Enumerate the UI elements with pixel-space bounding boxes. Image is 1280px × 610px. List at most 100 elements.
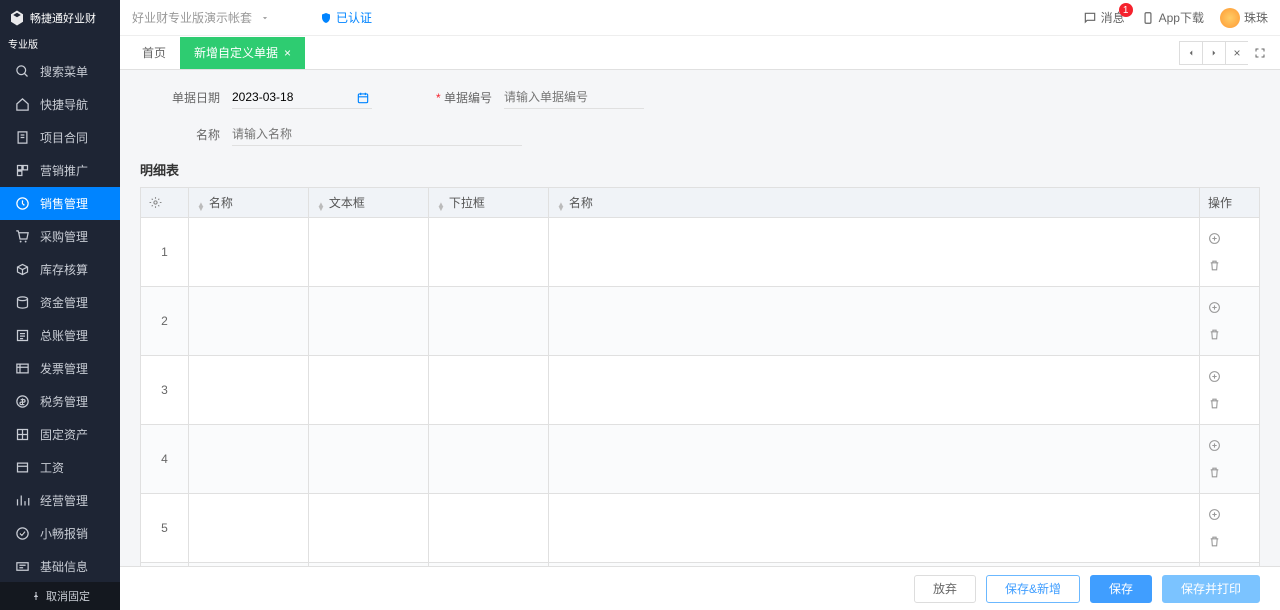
cell-name[interactable] (189, 218, 309, 287)
app-download-button[interactable]: App下载 (1141, 9, 1204, 26)
cell-select[interactable] (429, 218, 549, 287)
col-actions: 操作 (1200, 188, 1260, 218)
cell-name[interactable] (189, 287, 309, 356)
brand-name: 畅捷通好业财 (30, 10, 96, 26)
nav-icon-2 (14, 130, 30, 146)
tab-next-button[interactable] (1202, 41, 1226, 65)
cell-text[interactable] (309, 494, 429, 563)
tab-active[interactable]: 新增自定义单据 × (180, 37, 305, 69)
sidebar-item-9[interactable]: 发票管理 (0, 352, 120, 385)
cell-text[interactable] (309, 425, 429, 494)
sidebar-item-1[interactable]: 快捷导航 (0, 88, 120, 121)
cell-select[interactable] (429, 494, 549, 563)
cell-select[interactable] (429, 425, 549, 494)
fullscreen-button[interactable] (1248, 41, 1272, 65)
add-row-icon[interactable] (1208, 301, 1251, 314)
code-input[interactable] (504, 86, 644, 109)
nav-icon-14 (14, 526, 30, 542)
nav-icon-13 (14, 493, 30, 509)
nav-label: 采购管理 (40, 228, 88, 245)
cell-text[interactable] (309, 356, 429, 425)
table-config-header[interactable] (141, 188, 189, 218)
nav-label: 经营管理 (40, 492, 88, 509)
logo: 畅捷通好业财 (0, 0, 120, 36)
sidebar-item-13[interactable]: 经营管理 (0, 484, 120, 517)
nav-label: 搜索菜单 (40, 63, 88, 80)
sidebar-item-6[interactable]: 库存核算 (0, 253, 120, 286)
add-row-icon[interactable] (1208, 508, 1251, 521)
delete-row-icon[interactable] (1208, 466, 1251, 479)
col-name2[interactable]: ▲▼名称 (549, 188, 1200, 218)
avatar-icon (1220, 8, 1240, 28)
cell-name[interactable] (189, 425, 309, 494)
nav-icon-1 (14, 97, 30, 113)
sidebar-pin-toggle[interactable]: 取消固定 (0, 582, 120, 610)
sidebar-item-11[interactable]: 固定资产 (0, 418, 120, 451)
add-row-icon[interactable] (1208, 232, 1251, 245)
nav-label: 资金管理 (40, 294, 88, 311)
sidebar-item-7[interactable]: 资金管理 (0, 286, 120, 319)
cell-name2[interactable] (549, 287, 1200, 356)
sidebar-item-15[interactable]: 基础信息 (0, 550, 120, 582)
sidebar-item-4[interactable]: 销售管理 (0, 187, 120, 220)
sidebar-item-12[interactable]: 工资 (0, 451, 120, 484)
add-row-icon[interactable] (1208, 439, 1251, 452)
table-row[interactable]: 5 (141, 494, 1260, 563)
tab-close-all-button[interactable]: × (1225, 41, 1249, 65)
nav-icon-9 (14, 361, 30, 377)
sidebar-item-3[interactable]: 营销推广 (0, 154, 120, 187)
col-name[interactable]: ▲▼名称 (189, 188, 309, 218)
delete-row-icon[interactable] (1208, 328, 1251, 341)
delete-row-icon[interactable] (1208, 535, 1251, 548)
nav-label: 库存核算 (40, 261, 88, 278)
tab-active-label: 新增自定义单据 (194, 44, 278, 61)
sidebar-item-5[interactable]: 采购管理 (0, 220, 120, 253)
cell-text[interactable] (309, 218, 429, 287)
table-row[interactable]: 3 (141, 356, 1260, 425)
pin-icon (30, 590, 42, 602)
cell-name[interactable] (189, 356, 309, 425)
sidebar-item-8[interactable]: 总账管理 (0, 319, 120, 352)
cell-name2[interactable] (549, 356, 1200, 425)
cell-select[interactable] (429, 356, 549, 425)
save-print-button[interactable]: 保存并打印 (1162, 575, 1260, 603)
main: 好业财专业版演示帐套 已认证 消息 1 (120, 0, 1280, 610)
cell-name2[interactable] (549, 425, 1200, 494)
tab-home[interactable]: 首页 (128, 37, 180, 69)
account-selector[interactable]: 好业财专业版演示帐套 (132, 9, 270, 26)
nav-icon-8 (14, 328, 30, 344)
cell-name2[interactable] (549, 494, 1200, 563)
cell-name[interactable] (189, 494, 309, 563)
table-row[interactable]: 2 (141, 287, 1260, 356)
sidebar-item-2[interactable]: 项目合同 (0, 121, 120, 154)
sidebar: 畅捷通好业财 专业版 搜索菜单快捷导航项目合同营销推广销售管理采购管理库存核算资… (0, 0, 120, 610)
sidebar-item-10[interactable]: 税务管理 (0, 385, 120, 418)
name-input[interactable] (232, 123, 522, 146)
delete-row-icon[interactable] (1208, 259, 1251, 272)
discard-button[interactable]: 放弃 (914, 575, 976, 603)
table-row[interactable]: 1 (141, 218, 1260, 287)
brand-edition: 专业版 (0, 36, 120, 55)
cell-name2[interactable] (549, 218, 1200, 287)
add-row-icon[interactable] (1208, 370, 1251, 383)
message-button[interactable]: 消息 1 (1083, 9, 1125, 26)
nav-icon-6 (14, 262, 30, 278)
nav-label: 发票管理 (40, 360, 88, 377)
tab-prev-button[interactable] (1179, 41, 1203, 65)
col-text[interactable]: ▲▼文本框 (309, 188, 429, 218)
col-select[interactable]: ▲▼下拉框 (429, 188, 549, 218)
cell-select[interactable] (429, 287, 549, 356)
date-input[interactable] (232, 86, 372, 109)
close-icon[interactable]: × (284, 46, 291, 60)
row-number: 1 (141, 218, 189, 287)
cell-text[interactable] (309, 287, 429, 356)
sidebar-item-0[interactable]: 搜索菜单 (0, 55, 120, 88)
user-menu[interactable]: 珠珠 (1220, 8, 1268, 28)
nav-icon-4 (14, 196, 30, 212)
table-row[interactable]: 4 (141, 425, 1260, 494)
tab-home-label: 首页 (142, 44, 166, 61)
save-new-button[interactable]: 保存&新增 (986, 575, 1080, 603)
delete-row-icon[interactable] (1208, 397, 1251, 410)
sidebar-item-14[interactable]: 小畅报销 (0, 517, 120, 550)
save-button[interactable]: 保存 (1090, 575, 1152, 603)
